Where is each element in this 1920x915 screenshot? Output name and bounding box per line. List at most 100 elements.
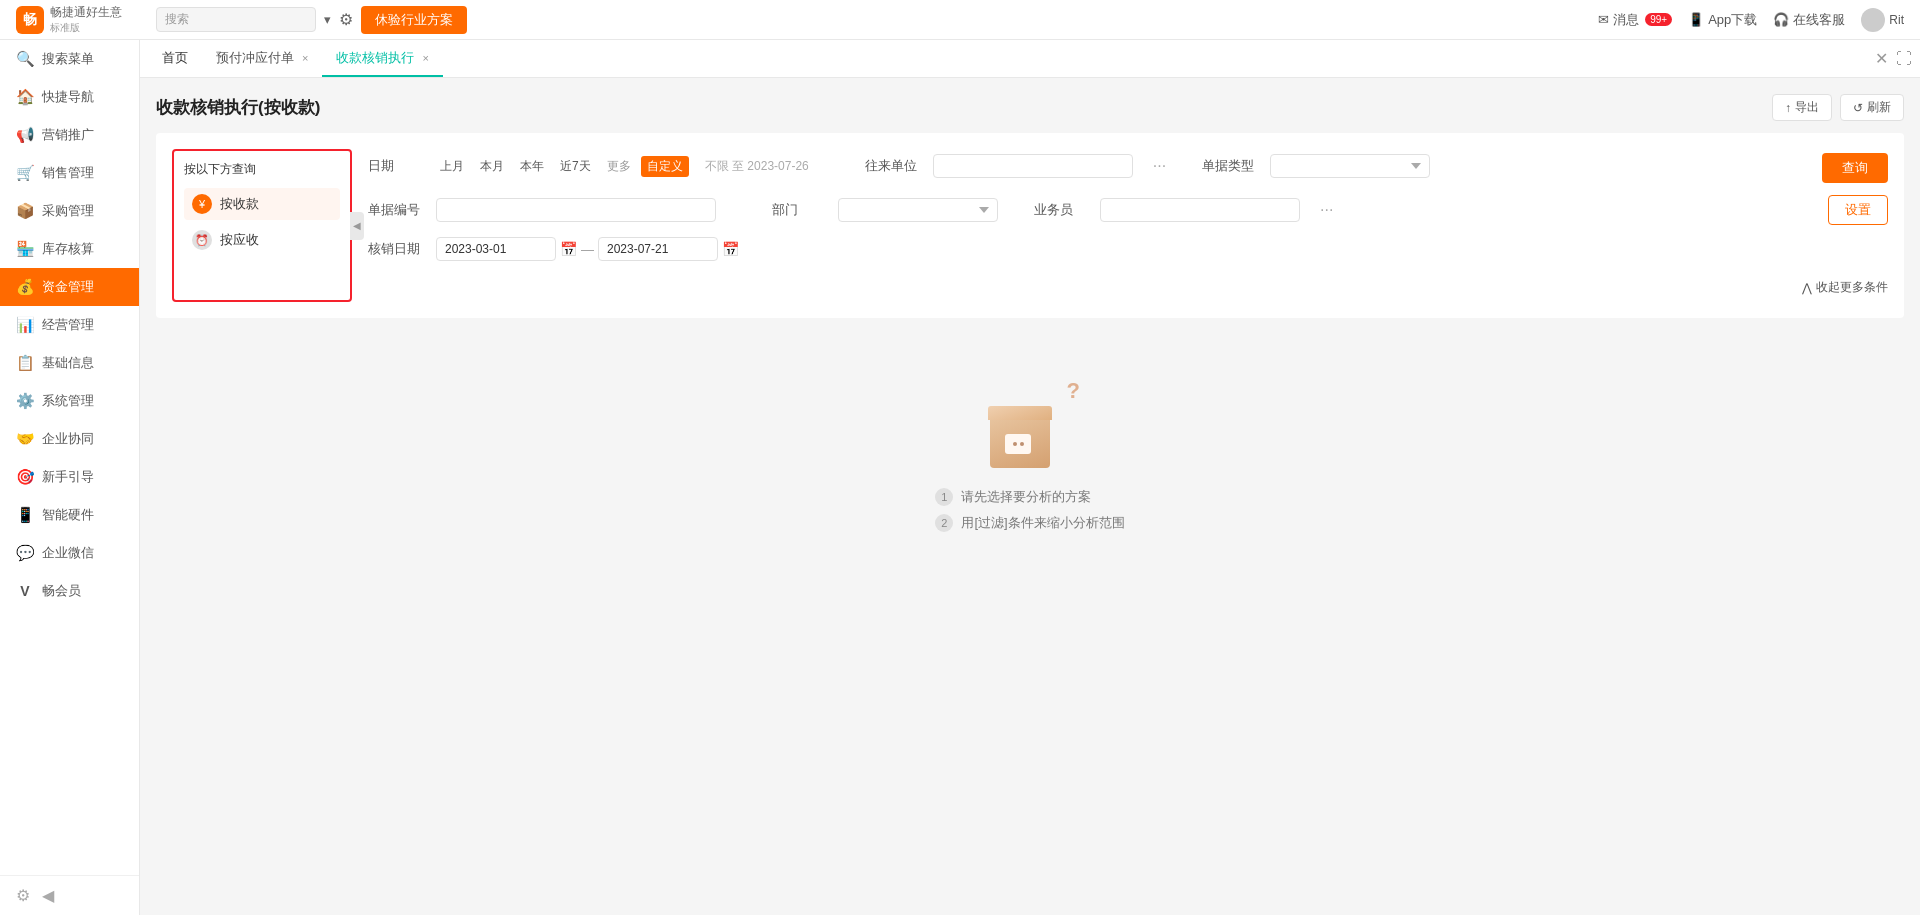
marketing-icon: 📢	[16, 126, 34, 144]
message-btn[interactable]: ✉ 消息 99+	[1598, 11, 1672, 29]
date-tab-this-month[interactable]: 本月	[474, 156, 510, 177]
export-icon: ↑	[1785, 101, 1791, 115]
filter-receipt-icon: ¥	[192, 194, 212, 214]
phone-icon: 📱	[1688, 12, 1704, 27]
empty-hints: 1 请先选择要分析的方案 2 用[过滤]条件来缩小分析范围	[935, 488, 1124, 532]
industry-btn[interactable]: 休验行业方案	[361, 6, 467, 34]
operations-icon: 📊	[16, 316, 34, 334]
sidebar-item-basics[interactable]: 📋 基础信息	[0, 344, 139, 382]
main-area: 首页 预付冲应付单 × 收款核销执行 × ✕ ⛶ 收款核销执行(按收款) ↑ 导…	[140, 40, 1920, 915]
user-name: Rit	[1889, 13, 1904, 27]
collapse-icon: ⋀	[1802, 281, 1812, 295]
app-download-btn[interactable]: 📱 App下载	[1688, 11, 1757, 29]
date-range-hint: 不限 至 2023-07-26	[705, 158, 809, 175]
sidebar-item-search[interactable]: 🔍 搜索菜单	[0, 40, 139, 78]
date-tab-more[interactable]: 更多	[601, 156, 637, 177]
sidebar-item-purchase[interactable]: 📦 采购管理	[0, 192, 139, 230]
empty-question-mark: ?	[1067, 378, 1080, 404]
header-search-box[interactable]: 搜索	[156, 7, 316, 32]
page-header-actions: ↑ 导出 ↺ 刷新	[1772, 94, 1904, 121]
sidebar-settings-btn[interactable]: ⚙	[16, 886, 30, 905]
sidebar-item-marketing[interactable]: 📢 营销推广	[0, 116, 139, 154]
message-badge: 99+	[1645, 13, 1672, 26]
verify-date-end[interactable]	[598, 237, 718, 261]
refresh-btn[interactable]: ↺ 刷新	[1840, 94, 1904, 121]
calendar-start-icon[interactable]: 📅	[560, 241, 577, 257]
sidebar-item-hardware[interactable]: 📱 智能硬件	[0, 496, 139, 534]
sidebar-label-wechat: 企业微信	[42, 544, 94, 562]
online-service-btn[interactable]: 🎧 在线客服	[1773, 11, 1845, 29]
sidebar-item-wechat[interactable]: 💬 企业微信	[0, 534, 139, 572]
filter-option-by-receivable[interactable]: ⏰ 按应收	[184, 224, 340, 256]
date-tab-this-year[interactable]: 本年	[514, 156, 550, 177]
filter-area: 按以下方查询 ¥ 按收款 ⏰ 按应收 ◀ 日期 上月 本月	[156, 133, 1904, 318]
filter-row-1: 日期 上月 本月 本年 近7天 更多 自定义 不限 至 2023-07-26 往…	[368, 149, 1888, 183]
wechat-icon: 💬	[16, 544, 34, 562]
sidebar-item-cooperation[interactable]: 🤝 企业协同	[0, 420, 139, 458]
sidebar-item-nav[interactable]: 🏠 快捷导航	[0, 78, 139, 116]
sidebar-collapse-btn[interactable]: ◀	[42, 886, 54, 905]
staff-input[interactable]	[1100, 198, 1300, 222]
sidebar-item-inventory[interactable]: 🏪 库存核算	[0, 230, 139, 268]
user-avatar	[1861, 8, 1885, 32]
query-btn[interactable]: 查询	[1822, 153, 1888, 183]
verify-date-range: 📅 — 📅	[436, 237, 739, 261]
verify-date-start[interactable]	[436, 237, 556, 261]
staff-dots[interactable]: ···	[1320, 201, 1333, 219]
sidebar-label-operations: 经营管理	[42, 316, 94, 334]
sidebar-label-search: 搜索菜单	[42, 50, 94, 68]
page-title: 收款核销执行(按收款)	[156, 96, 320, 119]
bill-no-input[interactable]	[436, 198, 716, 222]
counterpart-input[interactable]	[933, 154, 1133, 178]
tab-bar-expand-btn[interactable]: ⛶	[1896, 50, 1912, 68]
filter-form: 日期 上月 本月 本年 近7天 更多 自定义 不限 至 2023-07-26 往…	[368, 149, 1888, 302]
sidebar-bottom: ⚙ ◀	[0, 875, 139, 915]
tab-home[interactable]: 首页	[148, 40, 202, 77]
tab-payment[interactable]: 收款核销执行 ×	[322, 40, 442, 77]
filter-panel-collapse-btn[interactable]: ◀	[350, 212, 364, 240]
page-header: 收款核销执行(按收款) ↑ 导出 ↺ 刷新	[156, 94, 1904, 121]
sidebar-item-sales[interactable]: 🛒 销售管理	[0, 154, 139, 192]
header-dropdown-btn[interactable]: ▾	[324, 12, 331, 27]
refresh-icon: ↺	[1853, 101, 1863, 115]
empty-hint-2: 2 用[过滤]条件来缩小分析范围	[935, 514, 1124, 532]
sidebar-label-inventory: 库存核算	[42, 240, 94, 258]
gear-btn[interactable]: ⚙	[339, 10, 353, 29]
hint-num-1: 1	[935, 488, 953, 506]
system-icon: ⚙️	[16, 392, 34, 410]
sidebar-item-guide[interactable]: 🎯 新手引导	[0, 458, 139, 496]
search-icon: 🔍	[16, 50, 34, 68]
sidebar-item-operations[interactable]: 📊 经营管理	[0, 306, 139, 344]
sidebar-label-purchase: 采购管理	[42, 202, 94, 220]
sidebar: 🔍 搜索菜单 🏠 快捷导航 📢 营销推广 🛒 销售管理 📦 采购管理 🏪 库存核…	[0, 40, 140, 915]
tab-prepay-close[interactable]: ×	[302, 52, 308, 64]
basics-icon: 📋	[16, 354, 34, 372]
calendar-end-icon[interactable]: 📅	[722, 241, 739, 257]
sidebar-label-finance: 资金管理	[42, 278, 94, 296]
verify-date-label: 核销日期	[368, 240, 420, 258]
dept-select[interactable]	[838, 198, 998, 222]
date-tab-custom[interactable]: 自定义	[641, 156, 689, 177]
collapse-more-btn[interactable]: ⋀ 收起更多条件	[368, 273, 1888, 302]
filter-row-3: 核销日期 📅 — 📅	[368, 237, 1888, 261]
sidebar-item-finance[interactable]: 💰 资金管理	[0, 268, 139, 306]
sidebar-item-system[interactable]: ⚙️ 系统管理	[0, 382, 139, 420]
tab-payment-close[interactable]: ×	[422, 52, 428, 64]
headset-icon: 🎧	[1773, 12, 1789, 27]
date-tab-7days[interactable]: 近7天	[554, 156, 597, 177]
export-btn[interactable]: ↑ 导出	[1772, 94, 1832, 121]
bill-type-select[interactable]	[1270, 154, 1430, 178]
logo-text: 畅捷通好生意	[50, 4, 122, 21]
finance-icon: 💰	[16, 278, 34, 296]
counterpart-dots[interactable]: ···	[1153, 157, 1166, 175]
sidebar-label-member: 畅会员	[42, 582, 81, 600]
filter-option-by-receipt[interactable]: ¥ 按收款	[184, 188, 340, 220]
empty-face	[1005, 434, 1031, 454]
tab-prepay[interactable]: 预付冲应付单 ×	[202, 40, 322, 77]
sidebar-item-member[interactable]: V 畅会员	[0, 572, 139, 610]
member-icon: V	[16, 583, 34, 599]
tab-bar-close-btn[interactable]: ✕	[1875, 49, 1888, 68]
user-profile[interactable]: Rit	[1861, 8, 1904, 32]
settings-btn[interactable]: 设置	[1828, 195, 1888, 225]
date-tab-last-month[interactable]: 上月	[434, 156, 470, 177]
